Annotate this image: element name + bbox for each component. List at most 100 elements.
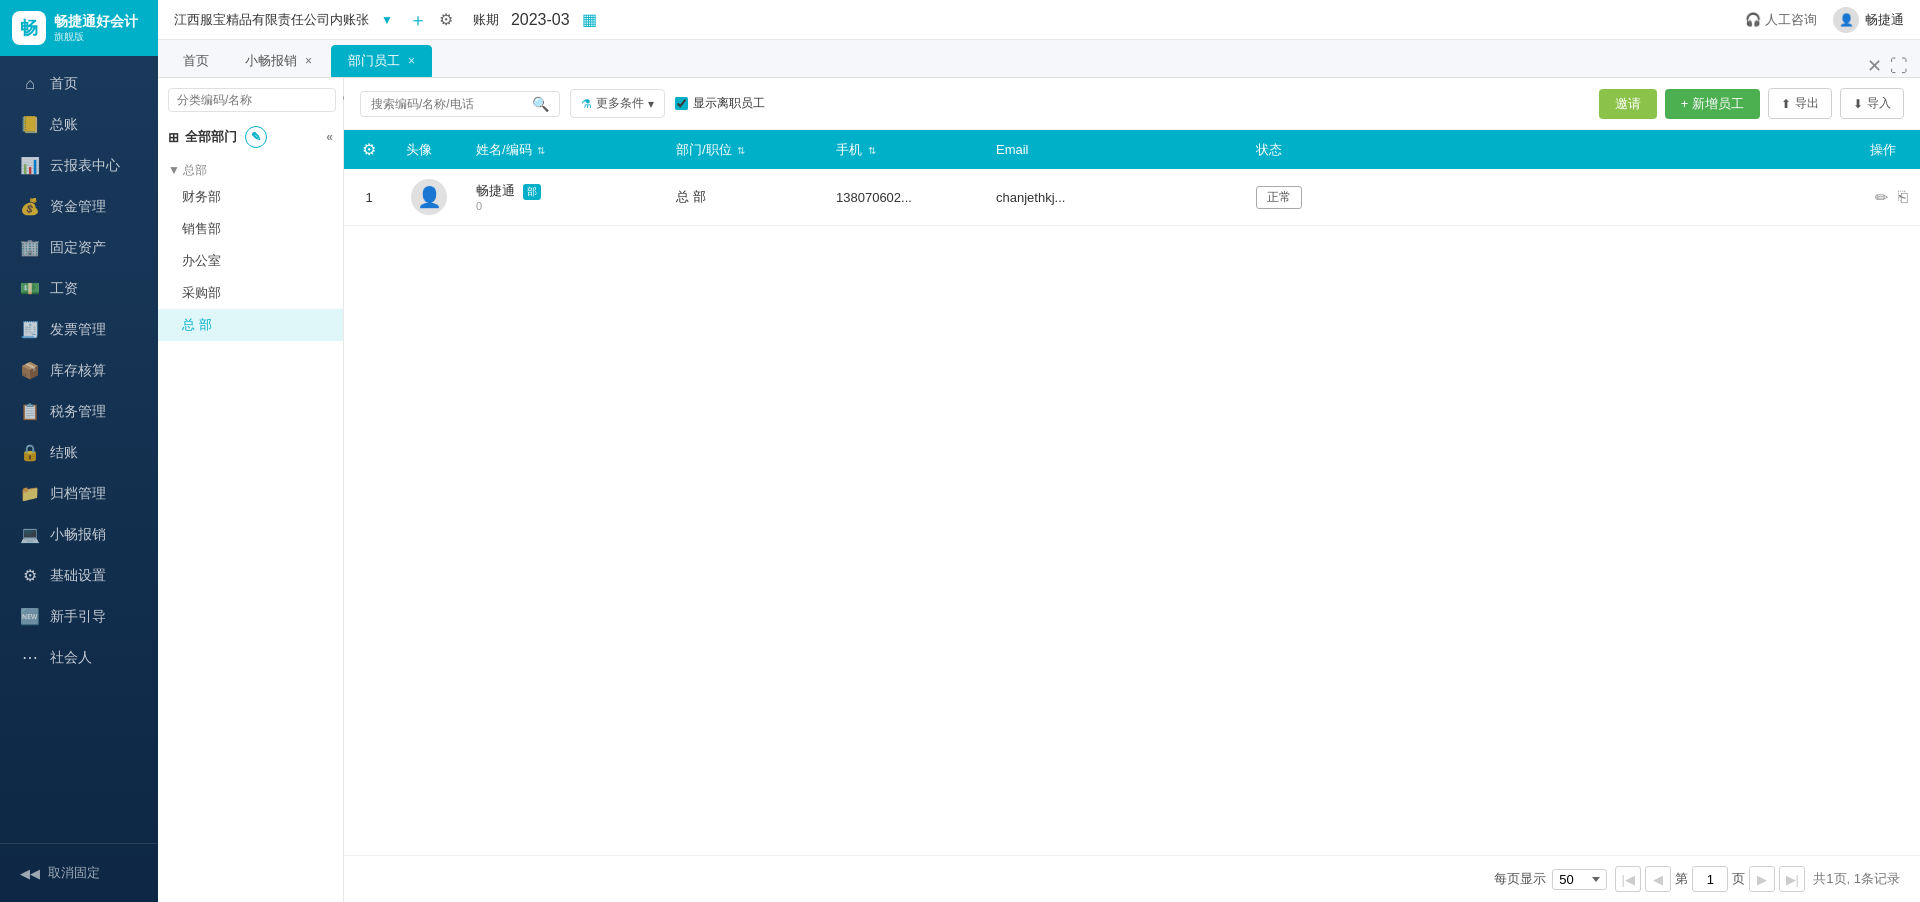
dept-collapse-icon[interactable]: « <box>326 130 333 144</box>
employee-search-input[interactable] <box>371 97 526 111</box>
dept-item-caigou[interactable]: 采购部 <box>158 277 343 309</box>
add-employee-button[interactable]: + 新增员工 <box>1665 89 1760 119</box>
all-dept-header[interactable]: ⊞ 全部部门 ✎ « <box>158 118 343 156</box>
next-page-button[interactable]: ▶ <box>1749 866 1775 892</box>
employee-toolbar: 🔍 ⚗ 更多条件 ▾ 显示离职员工 邀请 + 新增员工 ⬆ 导出 <box>344 78 1920 130</box>
sidebar-bottom: ◀◀ 取消固定 <box>0 843 158 902</box>
td-phone: 138070602... <box>824 169 984 226</box>
td-status: 正常 <box>1244 169 1424 226</box>
import-label: 导入 <box>1867 95 1891 112</box>
company-dropdown[interactable]: ▼ <box>381 13 393 27</box>
filter-icon: ⚗ <box>581 97 592 111</box>
period-value: 2023-03 <box>511 11 570 29</box>
tab-dept[interactable]: 部门员工 × <box>331 45 432 77</box>
export-button[interactable]: ⬆ 导出 <box>1768 88 1832 119</box>
user-menu[interactable]: 👤 畅捷通 <box>1833 7 1904 33</box>
name-sort-icon: ⇅ <box>537 145 545 156</box>
sidebar-item-xiaochang[interactable]: 💻 小畅报销 <box>0 514 158 555</box>
tax-icon: 📋 <box>20 402 40 421</box>
sidebar-item-close[interactable]: 🔒 结账 <box>0 432 158 473</box>
reports-icon: 📊 <box>20 156 40 175</box>
settings-icon[interactable]: ⚙ <box>439 10 453 29</box>
perpage-control: 每页显示 50 10 20 100 <box>1494 869 1607 890</box>
funds-icon: 💰 <box>20 197 40 216</box>
last-page-button[interactable]: ▶| <box>1779 866 1805 892</box>
sidebar-item-funds[interactable]: 💰 资金管理 <box>0 186 158 227</box>
import-button[interactable]: ⬇ 导入 <box>1840 88 1904 119</box>
dept-item-xiaoshou[interactable]: 销售部 <box>158 213 343 245</box>
sidebar-item-label: 工资 <box>50 280 78 298</box>
sidebar-item-tax[interactable]: 📋 税务管理 <box>0 391 158 432</box>
sidebar-item-salary[interactable]: 💵 工资 <box>0 268 158 309</box>
maximize-button[interactable]: ⛶ <box>1890 56 1908 77</box>
logout-button[interactable]: ⎗ <box>1898 188 1908 207</box>
close-accounts-icon: 🔒 <box>20 443 40 462</box>
tab-xiaochang-close[interactable]: × <box>305 54 312 68</box>
sidebar-item-assets[interactable]: 🏢 固定资产 <box>0 227 158 268</box>
show-resigned-checkbox-label[interactable]: 显示离职员工 <box>675 95 765 112</box>
dept-search-input[interactable] <box>168 88 336 112</box>
inventory-icon: 📦 <box>20 361 40 380</box>
table-settings-icon[interactable]: ⚙ <box>362 141 376 158</box>
employee-code: 0 <box>476 200 652 212</box>
sidebar-item-label: 新手引导 <box>50 608 106 626</box>
sidebar-item-invoice[interactable]: 🧾 发票管理 <box>0 309 158 350</box>
support-button[interactable]: 🎧 人工咨询 <box>1745 11 1817 29</box>
sidebar-item-label: 社会人 <box>50 649 92 667</box>
th-avatar: 头像 <box>394 130 464 169</box>
th-phone[interactable]: 手机 ⇅ <box>824 130 984 169</box>
td-dept: 总 部 <box>664 169 824 226</box>
employee-panel: 🔍 ⚗ 更多条件 ▾ 显示离职员工 邀请 + 新增员工 ⬆ 导出 <box>344 78 1920 902</box>
employee-search-box[interactable]: 🔍 <box>360 91 560 117</box>
sidebar-item-reports[interactable]: 📊 云报表中心 <box>0 145 158 186</box>
app-edition: 旗舰版 <box>54 30 138 44</box>
dept-edit-button[interactable]: ✎ <box>245 126 267 148</box>
close-window-button[interactable]: ✕ <box>1867 55 1882 77</box>
assets-icon: 🏢 <box>20 238 40 257</box>
content-area: 🔍 ⊞ 全部部门 ✎ « ▼ 总部 财务部 销售部 办公室 采购部 总 部 <box>158 78 1920 902</box>
sidebar-item-label: 云报表中心 <box>50 157 120 175</box>
sidebar-item-home[interactable]: ⌂ 首页 <box>0 64 158 104</box>
add-company-button[interactable]: ＋ <box>409 8 427 32</box>
perpage-select[interactable]: 50 10 20 100 <box>1552 869 1607 890</box>
tab-xiaochang[interactable]: 小畅报销 × <box>228 45 329 77</box>
th-dept[interactable]: 部门/职位 ⇅ <box>664 130 824 169</box>
filter-label: 更多条件 <box>596 95 644 112</box>
all-dept-label: 全部部门 <box>185 128 237 146</box>
show-resigned-checkbox[interactable] <box>675 97 688 110</box>
dept-item-bangong[interactable]: 办公室 <box>158 245 343 277</box>
guide-icon: 🆕 <box>20 607 40 626</box>
tab-dept-close[interactable]: × <box>408 54 415 68</box>
prev-page-button[interactable]: ◀ <box>1645 866 1671 892</box>
calendar-icon[interactable]: ▦ <box>582 10 597 29</box>
pagination: 每页显示 50 10 20 100 |◀ ◀ 第 页 <box>344 855 1920 902</box>
th-status: 状态 <box>1244 130 1424 169</box>
show-resigned-label: 显示离职员工 <box>693 95 765 112</box>
employee-search-icon[interactable]: 🔍 <box>532 96 549 112</box>
sidebar-item-basic[interactable]: ⚙ 基础设置 <box>0 555 158 596</box>
sidebar-item-label: 归档管理 <box>50 485 106 503</box>
sidebar-item-label: 结账 <box>50 444 78 462</box>
more-filter-button[interactable]: ⚗ 更多条件 ▾ <box>570 89 665 118</box>
table-body: 1 👤 畅捷通 部 0 总 部 <box>344 169 1920 226</box>
invite-button[interactable]: 邀请 <box>1599 89 1657 119</box>
td-actions: ✏ ⎗ <box>1424 169 1920 226</box>
filter-chevron-icon: ▾ <box>648 97 654 111</box>
unpin-button[interactable]: ◀◀ 取消固定 <box>0 854 158 892</box>
tab-home[interactable]: 首页 <box>166 45 226 77</box>
page-input[interactable] <box>1692 866 1728 892</box>
dept-item-zongbu[interactable]: 总 部 <box>158 309 343 341</box>
employee-name: 畅捷通 <box>476 183 515 198</box>
sidebar-item-more[interactable]: ⋯ 社会人 <box>0 637 158 678</box>
edit-button[interactable]: ✏ <box>1875 188 1888 207</box>
td-name: 畅捷通 部 0 <box>464 169 664 226</box>
import-icon: ⬇ <box>1853 97 1863 111</box>
th-name[interactable]: 姓名/编码 ⇅ <box>464 130 664 169</box>
dept-item-caiwu[interactable]: 财务部 <box>158 181 343 213</box>
sidebar-item-inventory[interactable]: 📦 库存核算 <box>0 350 158 391</box>
sidebar-item-archive[interactable]: 📁 归档管理 <box>0 473 158 514</box>
sidebar-item-guide[interactable]: 🆕 新手引导 <box>0 596 158 637</box>
employee-avatar: 👤 <box>411 179 447 215</box>
first-page-button[interactable]: |◀ <box>1615 866 1641 892</box>
sidebar-item-ledger[interactable]: 📒 总账 <box>0 104 158 145</box>
